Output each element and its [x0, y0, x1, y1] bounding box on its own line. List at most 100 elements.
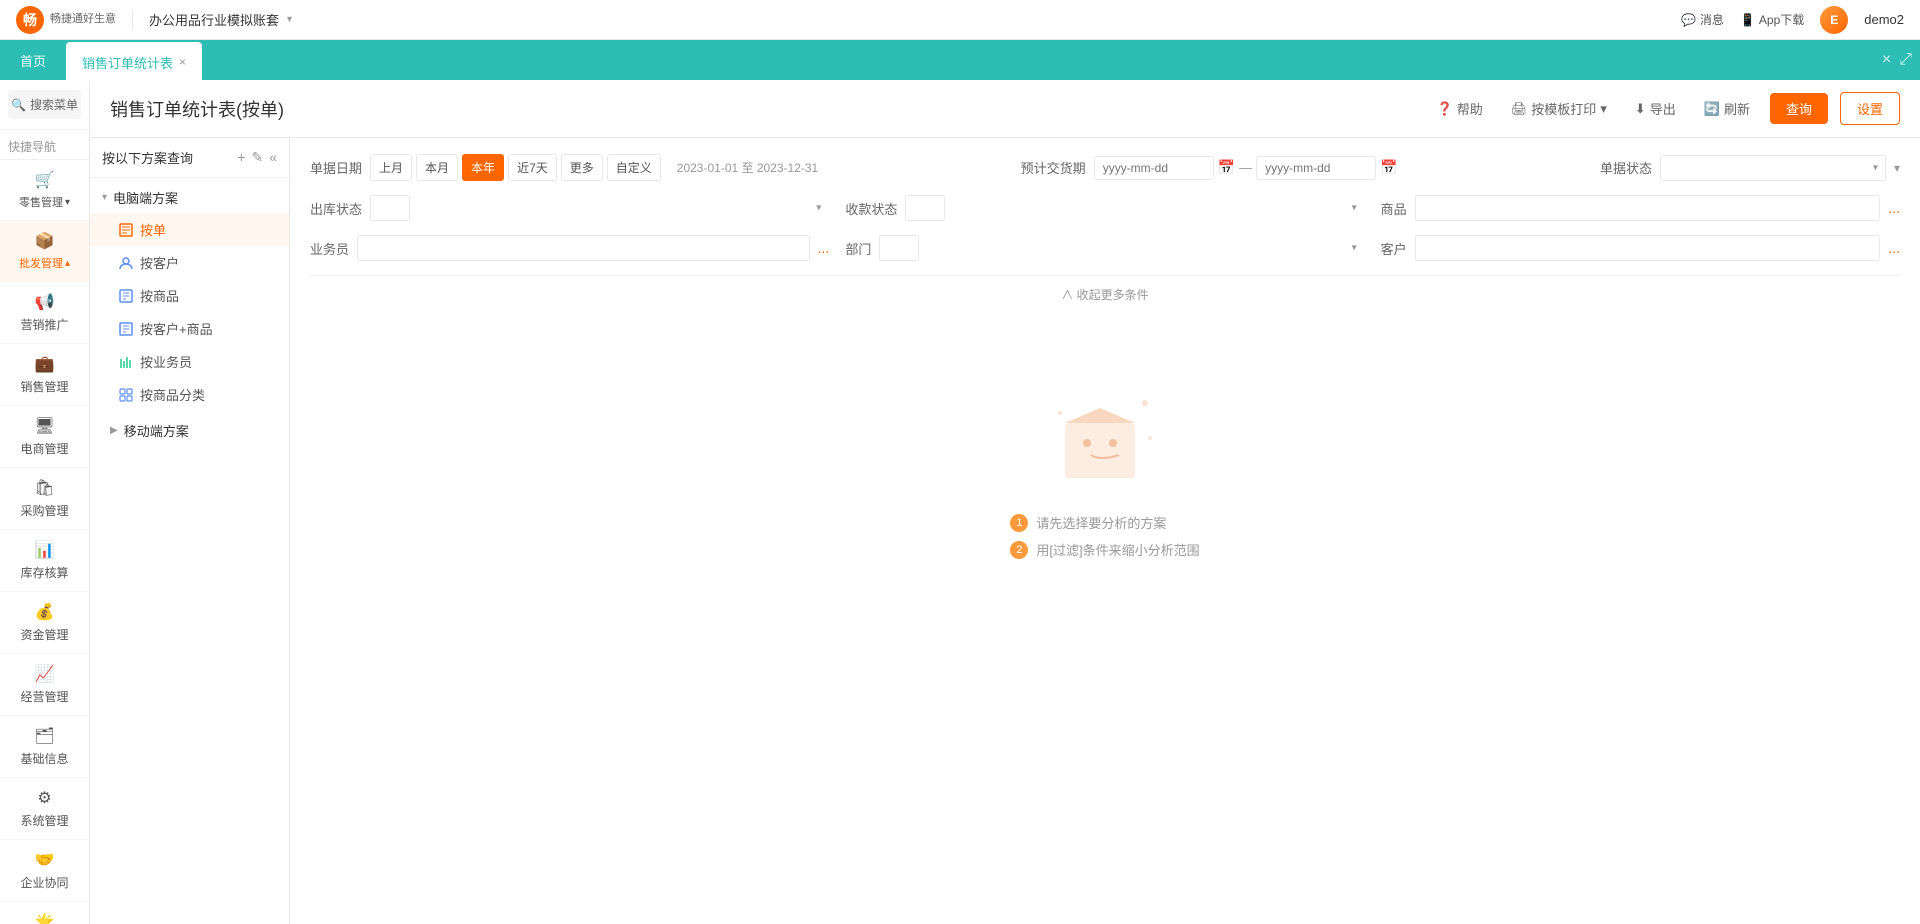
delivery-status-select[interactable] [370, 195, 410, 221]
scheme-item-category[interactable]: 按商品分类 [90, 378, 289, 411]
customer-label: 客户 [1381, 239, 1407, 258]
operation-icon: 📈 [35, 664, 55, 684]
payment-status-label: 收款状态 [845, 199, 897, 218]
page-title: 销售订单统计表(按单) [110, 96, 284, 122]
inventory-icon: 📊 [35, 540, 55, 560]
sidebar-item-finance[interactable]: 💰 资金管理 [0, 592, 89, 654]
this-year-btn[interactable]: 本年 [462, 154, 504, 181]
tab-maximize-btn[interactable]: ⤢ [1899, 51, 1912, 69]
retail-expand-arrow: ▾ [65, 197, 70, 208]
salesperson-ellipsis-btn[interactable]: ... [818, 240, 830, 256]
marketing-label: 营销推广 [20, 316, 68, 333]
search-icon: 🔍 [11, 98, 26, 112]
sidebar-item-basic[interactable]: 🗂 基础信息 [0, 716, 89, 778]
scheme-item-customer[interactable]: 按客户 [90, 246, 289, 279]
scheme-collapse-btn[interactable]: « [269, 149, 277, 166]
print-btn[interactable]: 🖨 按模板打印 ▾ [1503, 95, 1615, 122]
tab-minimize-btn[interactable]: × [1882, 51, 1891, 69]
expected-delivery-from[interactable] [1094, 156, 1214, 180]
mobile-section-arrow: ▶ [110, 425, 118, 436]
customer-ellipsis-btn[interactable]: ... [1888, 240, 1900, 256]
wholesale-label: 批发管理 [19, 255, 63, 271]
export-btn[interactable]: ⬇ 导出 [1627, 95, 1684, 122]
sidebar-item-purchase[interactable]: 🛍 采购管理 [0, 468, 89, 530]
sales-scheme-icon [118, 354, 134, 370]
cal-icon-2[interactable]: 📅 [1380, 159, 1397, 176]
download-icon: 📱 [1740, 13, 1755, 27]
department-select[interactable] [879, 235, 919, 261]
sidebar-item-ecommerce[interactable]: 🖥 电商管理 [0, 406, 89, 468]
payment-status-select[interactable] [905, 195, 945, 221]
expected-delivery-to[interactable] [1256, 156, 1376, 180]
department-group: 部门 [845, 235, 1364, 261]
scheme-add-btn[interactable]: + [237, 149, 245, 166]
sidebar-item-retail[interactable]: 🛒 零售管理 ▾ [0, 160, 89, 221]
help-icon: ❓ [1437, 101, 1453, 117]
sidebar-item-collab[interactable]: 🤝 企业协同 [0, 840, 89, 902]
product-input[interactable] [1415, 195, 1881, 221]
sidebar-item-operation[interactable]: 📈 经营管理 [0, 654, 89, 716]
export-label: 导出 [1650, 99, 1676, 118]
print-dropdown-icon: ▾ [1600, 101, 1607, 117]
product-ellipsis-btn[interactable]: ... [1888, 200, 1900, 216]
scheme-item-cust-prod[interactable]: 按客户+商品 [90, 312, 289, 345]
filter-row-1: 单据日期 上月 本月 本年 近7天 更多 自定义 2023-01-01 至 20… [310, 154, 1900, 181]
tab-close-btn[interactable]: × [179, 55, 186, 69]
cust-prod-scheme-icon [118, 321, 134, 337]
tab-bar: 首页 销售订单统计表 × × ⤢ [0, 40, 1920, 80]
salesperson-input[interactable] [357, 235, 810, 261]
basic-label: 基础信息 [20, 750, 68, 767]
retail-icon: 🛒 [35, 170, 55, 190]
order-status-dropdown[interactable]: ▾ [1894, 161, 1900, 175]
app-title-dropdown[interactable]: ▾ [287, 14, 292, 25]
custom-btn[interactable]: 自定义 [607, 154, 661, 181]
scheme-item-order[interactable]: 按单 [90, 213, 289, 246]
sidebar-item-inventory[interactable]: 📊 库存核算 [0, 530, 89, 592]
app-download-btn[interactable]: 📱 App下载 [1740, 11, 1804, 28]
scheme-mobile-section[interactable]: ▶ 移动端方案 [90, 415, 289, 446]
tab-active[interactable]: 销售订单统计表 × [66, 42, 202, 82]
last7-btn[interactable]: 近7天 [508, 154, 557, 181]
collapse-bar[interactable]: ∧ 收起更多条件 [310, 275, 1900, 313]
query-btn[interactable]: 查询 [1770, 93, 1828, 124]
more-date-btn[interactable]: 更多 [561, 154, 603, 181]
sidebar-item-marketing[interactable]: 📢 营销推广 [0, 282, 89, 344]
help-btn[interactable]: ❓ 帮助 [1429, 95, 1491, 122]
print-label: 按模板打印 [1531, 99, 1596, 118]
settings-btn[interactable]: 设置 [1840, 92, 1900, 125]
export-icon: ⬇ [1635, 101, 1646, 117]
scheme-edit-btn[interactable]: ✎ [251, 149, 263, 166]
delivery-status-wrapper [370, 195, 829, 221]
scheme-order-label: 按单 [140, 220, 166, 239]
salesperson-label: 业务员 [310, 239, 349, 258]
search-label: 搜索菜单 [30, 96, 78, 113]
system-icon: ⚙ [37, 788, 51, 808]
customer-input[interactable] [1415, 235, 1881, 261]
scheme-header-title: 按以下方案查询 [102, 148, 193, 167]
sidebar-item-sales[interactable]: 💼 销售管理 [0, 344, 89, 406]
empty-tips: 1 请先选择要分析的方案 2 用[过滤]条件来缩小分析范围 [1010, 513, 1199, 567]
empty-state: 1 请先选择要分析的方案 2 用[过滤]条件来缩小分析范围 [310, 313, 1900, 627]
scheme-pc-header[interactable]: ▾ 电脑端方案 [90, 182, 289, 213]
prev-month-btn[interactable]: 上月 [370, 154, 412, 181]
basic-icon: 🗂 [34, 726, 54, 746]
message-btn[interactable]: 💬 消息 [1681, 11, 1724, 28]
sidebar-item-wholesale[interactable]: 📦 批发管理 ▴ [0, 221, 89, 282]
cal-icon-1[interactable]: 📅 [1218, 159, 1235, 176]
sidebar-search-btn[interactable]: 🔍 搜索菜单 [8, 90, 81, 119]
this-month-btn[interactable]: 本月 [416, 154, 458, 181]
tab-home[interactable]: 首页 [0, 40, 66, 80]
logo-icon: 畅 [16, 6, 44, 34]
date-btn-group: 上月 本月 本年 近7天 更多 自定义 [370, 154, 661, 181]
sidebar-item-newbie[interactable]: 🌟 新手引导 [0, 902, 89, 924]
scheme-item-product[interactable]: 按商品 [90, 279, 289, 312]
content-area: 销售订单统计表(按单) ❓ 帮助 🖨 按模板打印 ▾ ⬇ 导出 🔄 刷新 [90, 80, 1920, 924]
pc-section-arrow: ▾ [102, 192, 107, 203]
date-range-text: 2023-01-01 至 2023-12-31 [677, 159, 818, 176]
order-status-select[interactable] [1660, 155, 1886, 181]
purchase-label: 采购管理 [20, 502, 68, 519]
refresh-btn[interactable]: 🔄 刷新 [1696, 95, 1758, 122]
product-label: 商品 [1381, 199, 1407, 218]
sidebar-item-system[interactable]: ⚙ 系统管理 [0, 778, 89, 840]
scheme-item-sales[interactable]: 按业务员 [90, 345, 289, 378]
